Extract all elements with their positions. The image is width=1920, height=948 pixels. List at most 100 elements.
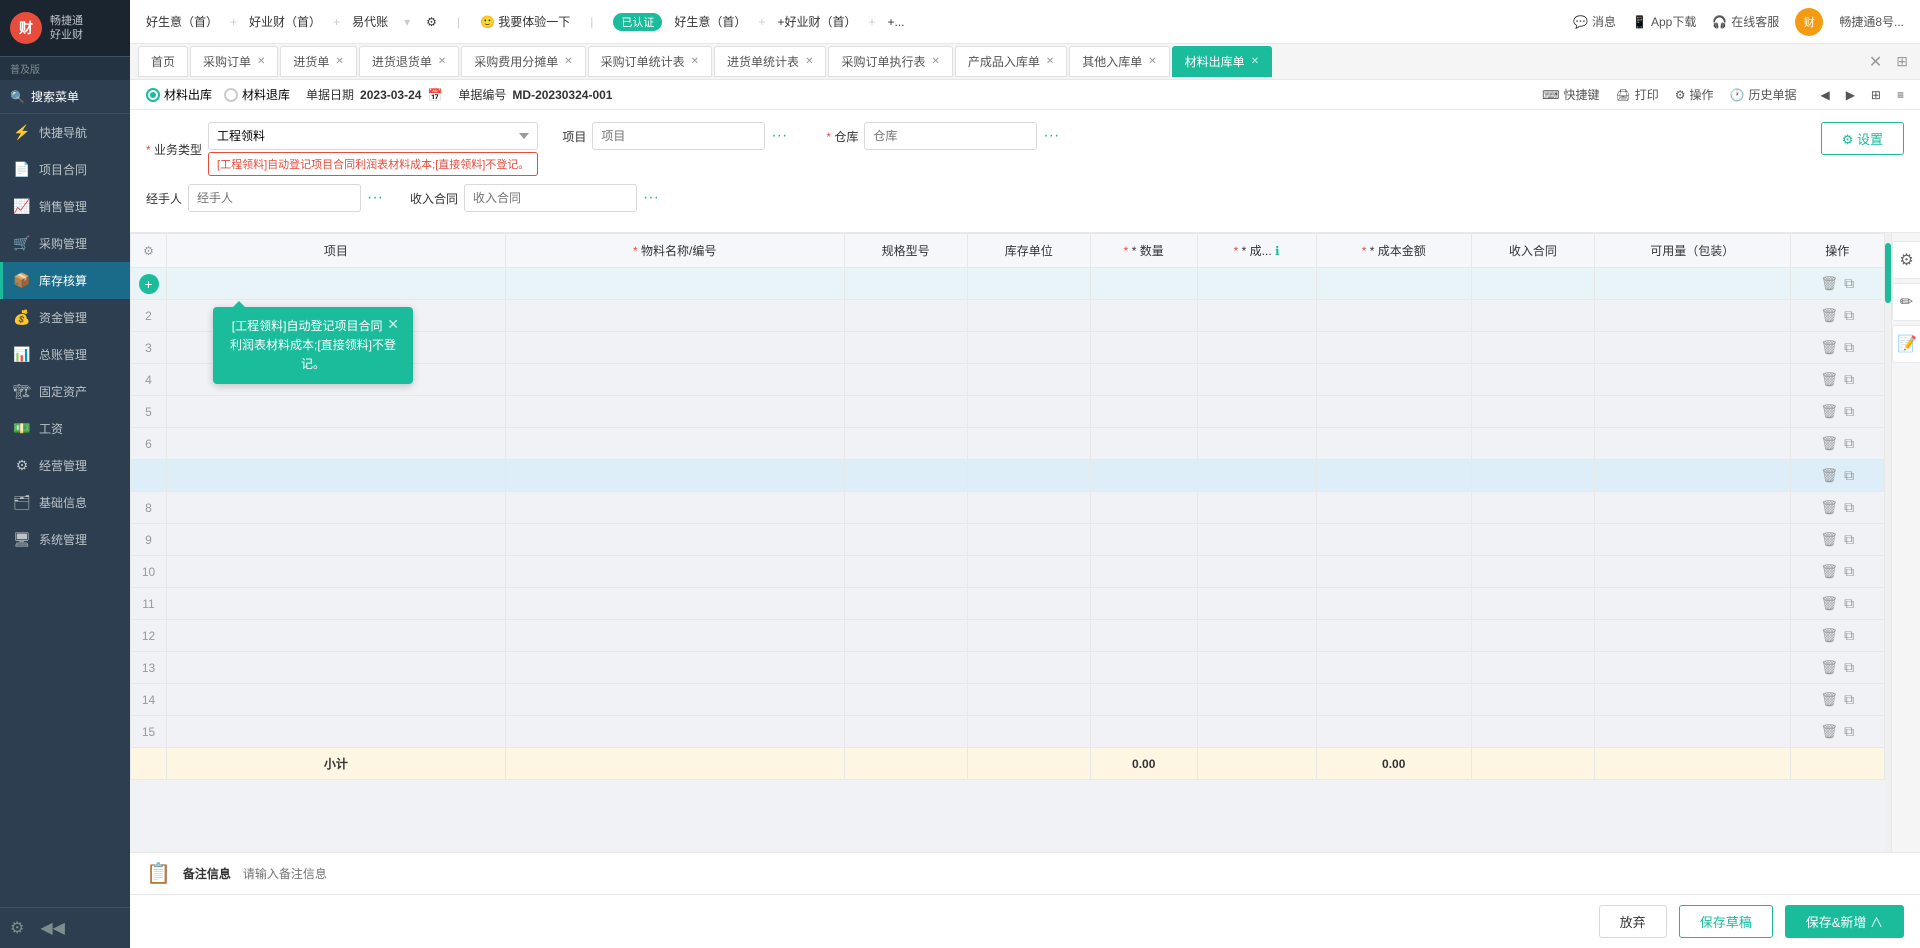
tab-close-product-in[interactable]: ✕ <box>1046 56 1054 67</box>
sidebar-item-basic-info[interactable]: 🗂 基础信息 <box>0 484 130 521</box>
right-panel-edit-btn[interactable]: 📝 <box>1892 325 1920 363</box>
row-delete-btn[interactable]: 🗑 <box>1820 499 1838 516</box>
row-delete-btn[interactable]: 🗑 <box>1820 467 1838 484</box>
row-delete-btn[interactable]: 🗑 <box>1820 307 1838 324</box>
sidebar-search[interactable]: 🔍 搜索菜单 <box>0 80 130 114</box>
settings-btn[interactable]: ⚙ 设置 <box>1821 122 1904 155</box>
tab-close-purchase-in[interactable]: ✕ <box>335 56 343 67</box>
sidebar-item-inventory[interactable]: 📦 库存核算 <box>0 262 130 299</box>
topbar-settings[interactable]: ⚙ <box>426 15 437 29</box>
row-delete-btn[interactable]: 🗑 <box>1820 275 1838 292</box>
sidebar-item-shortcut[interactable]: ⚡ 快捷导航 <box>0 114 130 151</box>
topbar-link-4[interactable]: 好生意（首） <box>674 13 746 30</box>
tab-close-other-in[interactable]: ✕ <box>1148 56 1156 67</box>
sidebar-item-operations[interactable]: ⚙ 经营管理 <box>0 447 130 484</box>
tab-close-goods-stat[interactable]: ✕ <box>805 56 813 67</box>
row-delete-btn[interactable]: 🗑 <box>1820 403 1838 420</box>
row-1-available[interactable] <box>1594 268 1790 300</box>
sidebar-item-accounting[interactable]: 📊 总账管理 <box>0 336 130 373</box>
tab-close-purchase-stat[interactable]: ✕ <box>691 56 699 67</box>
sidebar-item-project-contract[interactable]: 📄 项目合同 <box>0 151 130 188</box>
history-action[interactable]: 🕐 历史单据 <box>1729 86 1796 103</box>
tab-home[interactable]: 首页 <box>138 46 188 77</box>
tab-purchase-order[interactable]: 采购订单 ✕ <box>190 46 278 77</box>
save-new-btn[interactable]: 保存&新增 ∧ <box>1785 905 1904 938</box>
warehouse-dots[interactable]: ··· <box>1043 127 1059 145</box>
row-copy-btn[interactable]: ⧉ <box>1844 723 1854 740</box>
row-copy-btn[interactable]: ⧉ <box>1844 339 1854 356</box>
sidebar-item-purchase[interactable]: 🛒 采购管理 <box>0 225 130 262</box>
row-delete-btn[interactable]: 🗑 <box>1820 531 1838 548</box>
right-panel-settings-btn[interactable]: ⚙ <box>1892 241 1920 279</box>
row-1-income-contract[interactable] <box>1471 268 1594 300</box>
row-copy-btn[interactable]: ⧉ <box>1844 563 1854 580</box>
row-1-cost-amount[interactable] <box>1316 268 1471 300</box>
tab-purchase-expense[interactable]: 采购费用分摊单 ✕ <box>461 46 585 77</box>
calendar-icon[interactable]: 📅 <box>427 88 442 102</box>
tab-purchase-in[interactable]: 进货单 ✕ <box>280 46 356 77</box>
topbar-message[interactable]: 💬 消息 <box>1573 13 1616 30</box>
topbar-link-1[interactable]: 好生意（首） <box>146 13 218 30</box>
save-draft-btn[interactable]: 保存草稿 <box>1679 905 1773 938</box>
row-1-unit[interactable] <box>967 268 1090 300</box>
radio-material-out[interactable]: 材料出库 <box>146 86 212 103</box>
sidebar-item-system[interactable]: 🖥 系统管理 <box>0 521 130 558</box>
row-delete-btn[interactable]: 🗑 <box>1820 371 1838 388</box>
row-1-material-input[interactable] <box>512 277 838 291</box>
row-1-cost[interactable] <box>1197 268 1316 300</box>
tooltip-close[interactable]: ✕ <box>387 317 399 331</box>
tab-close-purchase-return[interactable]: ✕ <box>438 56 446 67</box>
tab-close-purchase-expense[interactable]: ✕ <box>564 56 572 67</box>
row-1-project-input[interactable] <box>173 277 499 291</box>
project-input[interactable] <box>592 122 765 150</box>
row-copy-btn[interactable]: ⧉ <box>1844 595 1854 612</box>
row-copy-btn[interactable]: ⧉ <box>1844 435 1854 452</box>
tab-material-out[interactable]: 材料出库单 ✕ <box>1172 46 1272 77</box>
remarks-input[interactable] <box>243 867 1904 881</box>
warehouse-input[interactable] <box>864 122 1037 150</box>
radio-material-return[interactable]: 材料退库 <box>224 86 290 103</box>
row-delete-btn[interactable]: 🗑 <box>1820 691 1838 708</box>
sidebar-item-finance[interactable]: 💰 资金管理 <box>0 299 130 336</box>
row-copy-btn[interactable]: ⧉ <box>1844 499 1854 516</box>
tab-close-material-out[interactable]: ✕ <box>1251 56 1259 67</box>
list-view-action[interactable]: ≡ <box>1897 88 1904 102</box>
topbar-app-download[interactable]: 📱 App下载 <box>1632 13 1696 30</box>
row-copy-btn[interactable]: ⧉ <box>1844 403 1854 420</box>
business-type-select[interactable]: 工程领料 直接领料 <box>208 122 538 150</box>
topbar-experience[interactable]: 🙂 我要体验一下 <box>480 13 570 30</box>
row-1-project[interactable]: ✕ [工程领料]自动登记项目合同利润表材料成本;[直接领料]不登记。 <box>167 268 506 300</box>
tab-other-in[interactable]: 其他入库单 ✕ <box>1069 46 1169 77</box>
row-delete-btn[interactable]: 🗑 <box>1820 563 1838 580</box>
topbar-link-6[interactable]: +... <box>887 15 904 29</box>
operation-action[interactable]: ⚙ 操作 <box>1675 86 1714 103</box>
grid-view-action[interactable]: ⊞ <box>1871 88 1881 102</box>
sidebar-item-salary[interactable]: 💵 工资 <box>0 410 130 447</box>
handler-dots[interactable]: ··· <box>367 189 383 207</box>
row-copy-btn[interactable]: ⧉ <box>1844 531 1854 548</box>
table-gear-icon[interactable]: ⚙ <box>143 244 154 258</box>
right-panel-pen-btn[interactable]: ✏ <box>1892 283 1920 321</box>
row-copy-btn[interactable]: ⧉ <box>1844 627 1854 644</box>
project-dots[interactable]: ··· <box>771 127 787 145</box>
tab-purchase-stat[interactable]: 采购订单统计表 ✕ <box>588 46 712 77</box>
tab-bar-close-btn[interactable]: ✕ <box>1861 52 1890 72</box>
row-copy-btn[interactable]: ⧉ <box>1844 659 1854 676</box>
add-row-btn[interactable]: + <box>139 274 159 294</box>
tab-close-purchase-order[interactable]: ✕ <box>257 56 265 67</box>
row-copy-btn[interactable]: ⧉ <box>1844 275 1854 292</box>
tab-goods-stat[interactable]: 进货单统计表 ✕ <box>714 46 826 77</box>
row-delete-btn[interactable]: 🗑 <box>1820 595 1838 612</box>
settings-icon[interactable]: ⚙ <box>10 918 24 938</box>
info-icon[interactable]: ℹ <box>1275 244 1280 258</box>
row-delete-btn[interactable]: 🗑 <box>1820 435 1838 452</box>
tab-purchase-return[interactable]: 进货退货单 ✕ <box>359 46 459 77</box>
tab-bar-more-btn[interactable]: ⊞ <box>1892 53 1912 70</box>
topbar-link-5[interactable]: +好业财（首） <box>777 13 856 30</box>
scroll-indicator[interactable] <box>1885 233 1891 852</box>
row-1-qty[interactable] <box>1090 268 1197 300</box>
row-delete-btn[interactable]: 🗑 <box>1820 339 1838 356</box>
tab-purchase-exec[interactable]: 采购订单执行表 ✕ <box>828 46 952 77</box>
row-delete-btn[interactable]: 🗑 <box>1820 723 1838 740</box>
collapse-icon[interactable]: ◀◀ <box>40 918 65 938</box>
